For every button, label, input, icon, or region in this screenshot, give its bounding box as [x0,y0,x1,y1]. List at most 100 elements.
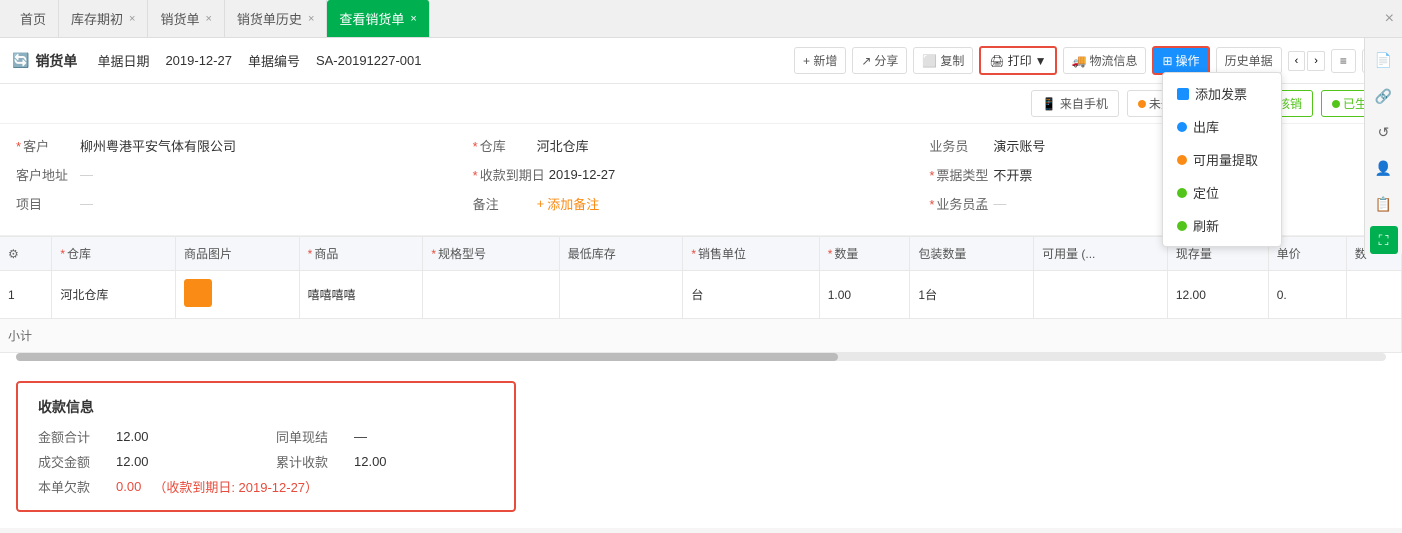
note-field: 备注 + 添加备注 [473,194,930,213]
row-unit: 台 [683,271,819,319]
staff-field: 业务员 演示账号 [929,136,1386,155]
no-label: 单据编号 [248,51,300,70]
sidebar-icon-user[interactable]: 👤 [1370,154,1398,182]
address-label: 客户地址 [16,165,76,184]
available-qty-label: 可用量提取 [1193,150,1258,169]
balance-suffix: （收款到期日: 2019-12-27） [153,477,318,496]
copy-icon: ⬜ [922,54,937,68]
col-product: 商品 [299,237,423,271]
operation-button[interactable]: ⊞ 操作 [1152,46,1209,75]
effective-dot [1332,100,1340,108]
available-qty-icon [1177,155,1187,165]
add-invoice-icon [1177,88,1189,100]
no-value: SA-20191227-001 [316,53,422,68]
nav-arrows: ‹ › [1288,51,1325,71]
due-date-value: 2019-12-27 [549,167,616,182]
product-thumbnail [184,279,212,307]
staff-value: 演示账号 [993,136,1045,155]
payment-section: 收款信息 金额合计 12.00 同单现结 — 成交金额 12.00 [0,365,1402,528]
view1-button[interactable]: ≡ [1331,49,1356,73]
due-date-label: 收款到期日 [473,165,545,184]
outbound-label: 出库 [1193,117,1219,136]
tab-close-view[interactable]: × [410,13,416,25]
outbound-icon [1177,122,1187,132]
scroll-track[interactable] [16,353,1386,361]
refresh-item[interactable]: 刷新 [1163,209,1281,242]
col-gear[interactable]: ⚙ [0,237,52,271]
copy-button[interactable]: ⬜ 复制 [913,47,973,74]
window-close-button[interactable]: × [1385,10,1394,28]
gear-icon[interactable]: ⚙ [8,247,19,261]
from-phone-button[interactable]: 📱 来自手机 [1031,90,1119,117]
print-button[interactable]: 🖨 打印 ▼ [979,46,1056,75]
next-button[interactable]: › [1307,51,1325,71]
sidebar-icon-note[interactable]: 📋 [1370,190,1398,218]
sidebar-icon-link[interactable]: 🔗 [1370,82,1398,110]
prev-button[interactable]: ‹ [1288,51,1306,71]
data-table: ⚙ 仓库 商品图片 商品 规格型号 最低库存 销售单位 数量 包装数量 可用量 … [0,237,1402,353]
operation-dropdown: 添加发票 出库 可用量提取 定位 刷新 [1162,72,1282,247]
sidebar-icon-doc[interactable]: 📄 [1370,46,1398,74]
salesperson-field: 业务员孟 — [929,194,1386,213]
outbound-item[interactable]: 出库 [1163,110,1281,143]
tab-home[interactable]: 首页 [8,0,59,37]
row-min-stock [559,271,683,319]
doc-icon: 🔄 [12,52,29,69]
tab-close-history[interactable]: × [308,13,314,25]
toolbar: + 新增 ↗ 分享 ⬜ 复制 🖨 打印 ▼ 🚚 物流信息 [794,46,1390,75]
print-dropdown-icon: ▼ [1035,54,1047,68]
col-min-stock: 最低库存 [559,237,683,271]
subtotal-label: 小计 [0,319,1402,353]
share-icon: ↗ [861,54,871,68]
history-button[interactable]: 历史单据 [1216,47,1282,74]
project-field: 项目 — [16,194,473,213]
address-field: 客户地址 — [16,165,473,184]
tab-sales-order[interactable]: 销货单 × [148,0,224,37]
locate-item[interactable]: 定位 [1163,176,1281,209]
row-warehouse: 河北仓库 [52,271,176,319]
sidebar-icon-expand[interactable]: ⛶ [1370,226,1398,254]
staff-label: 业务员 [929,136,989,155]
add-note-button[interactable]: + 添加备注 [537,194,600,213]
ticket-type-field: 票据类型 不开票 [929,165,1386,184]
tab-close-inventory[interactable]: × [129,13,135,25]
locate-icon [1177,188,1187,198]
amount-value: 12.00 [116,429,149,444]
amount-label: 金额合计 [38,427,108,446]
locate-label: 定位 [1193,183,1219,202]
not-open-dot [1138,100,1146,108]
col-unit: 销售单位 [683,237,819,271]
transaction-row: 成交金额 12.00 [38,452,256,471]
tab-view-sales[interactable]: 查看销货单 × [327,0,429,37]
plus-icon: + [537,196,545,211]
available-qty-item[interactable]: 可用量提取 [1163,143,1281,176]
phone-icon: 📱 [1042,97,1057,111]
add-invoice-label: 添加发票 [1195,84,1247,103]
doc-title: 销货单 [35,51,77,71]
add-invoice-item[interactable]: 添加发票 [1163,77,1281,110]
logistics-button[interactable]: 🚚 物流信息 [1063,47,1147,74]
tab-sales-history[interactable]: 销货单历史 × [225,0,327,37]
share-button[interactable]: ↗ 分享 [852,47,907,74]
scroll-thumb [16,353,838,361]
row-price: 0. [1268,271,1346,319]
balance-row: 本单欠款 0.00 （收款到期日: 2019-12-27） [38,477,494,496]
transaction-value: 12.00 [116,454,149,469]
customer-field: 客户 柳州粤港平安气体有限公司 [16,136,473,155]
right-sidebar: 📄 🔗 ↺ 👤 📋 ⛶ [1364,38,1402,254]
ticket-type-label: 票据类型 [929,165,989,184]
tab-close-sales[interactable]: × [205,13,211,25]
col-quantity: 数量 [819,237,910,271]
sidebar-icon-refresh[interactable]: ↺ [1370,118,1398,146]
row-image [176,271,300,319]
cumulative-value: 12.00 [354,454,387,469]
salesperson-label: 业务员孟 [929,194,989,213]
col-spec: 规格型号 [423,237,559,271]
salesperson-value: — [993,196,1006,211]
project-value: — [80,196,93,211]
row-no: 1 [0,271,52,319]
row-quantity: 1.00 [819,271,910,319]
new-button[interactable]: + 新增 [794,47,846,74]
warehouse-field: 仓库 河北仓库 [473,136,930,155]
tab-inventory-init[interactable]: 库存期初 × [59,0,148,37]
